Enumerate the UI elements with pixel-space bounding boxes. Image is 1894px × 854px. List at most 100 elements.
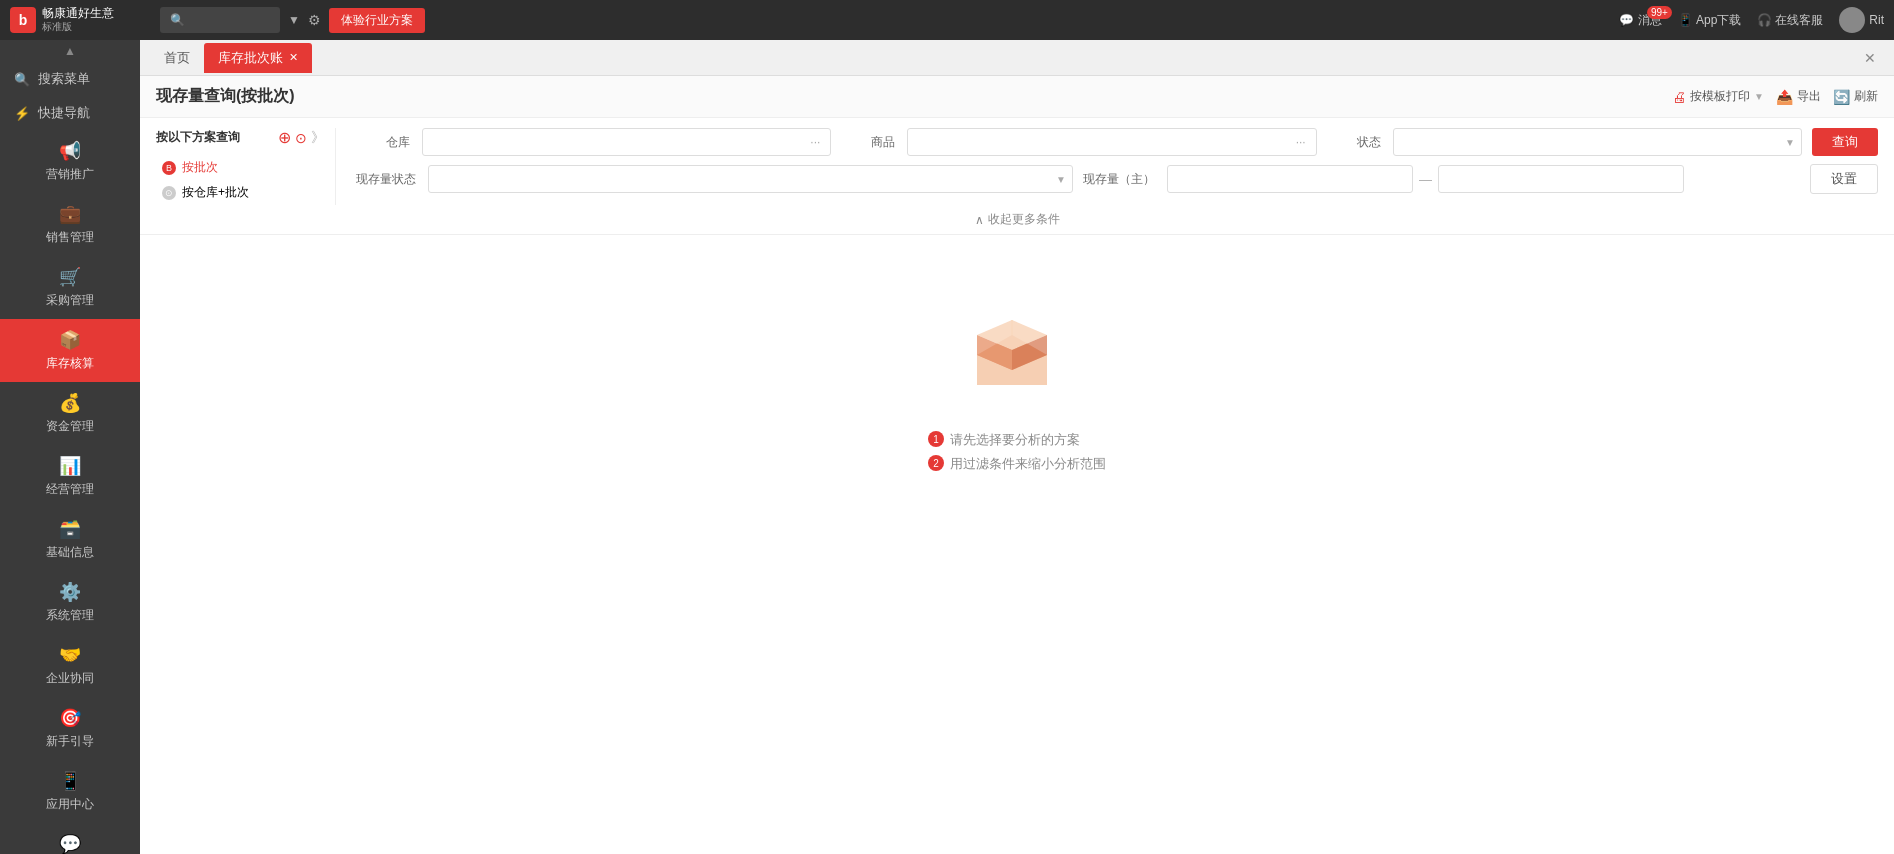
base-label: 基础信息 (46, 544, 94, 561)
stock-qty-min-box[interactable] (1167, 165, 1413, 193)
message-link[interactable]: 💬 消息 99+ (1619, 12, 1662, 29)
sidebar-item-quicknav[interactable]: ⚡ 快捷导航 (0, 96, 140, 130)
apps-icon: 📱 (59, 770, 81, 792)
tip-num-1: 1 (928, 431, 944, 447)
stock-qty-min-input[interactable] (1174, 172, 1406, 186)
status-select[interactable]: ▼ (1393, 128, 1802, 156)
edition-label: 标准版 (42, 20, 114, 34)
sidebar-item-sales[interactable]: 💼 销售管理 (0, 193, 140, 256)
query-button[interactable]: 查询 (1812, 128, 1878, 156)
online-service-label: 在线客服 (1775, 12, 1823, 29)
stock-status-select[interactable]: ▼ (428, 165, 1073, 193)
print-label: 按模板打印 (1690, 88, 1750, 105)
collapse-more-btn[interactable]: ∧ 收起更多条件 (140, 205, 1894, 235)
box-illustration (967, 315, 1057, 395)
stock-qty-field: 现存量（主） — (1083, 165, 1800, 193)
content-area: 首页 库存批次账 ✕ ✕ 现存量查询(按批次) 🖨 按模板打印 ▼ (140, 40, 1894, 854)
sidebar-scroll-up[interactable]: ▲ (0, 40, 140, 62)
filter-row-2: 现存量状态 ▼ 现存量（主） — (356, 164, 1878, 194)
message-icon: 💬 (1619, 13, 1634, 27)
newbie-icon: 🎯 (59, 707, 81, 729)
goods-input[interactable] (914, 135, 1291, 149)
sidebar-item-apps[interactable]: 📱 应用中心 (0, 760, 140, 823)
sidebar-item-wechat[interactable]: 💬 企业微信 (0, 823, 140, 854)
status-caret-icon: ▼ (1785, 137, 1795, 148)
header-dropdown-icon[interactable]: ▼ (288, 13, 300, 27)
solution-header: 按以下方案查询 ⊕ ⊙ 》 (156, 128, 325, 147)
page-header: 现存量查询(按批次) 🖨 按模板打印 ▼ 📤 导出 🔄 刷新 (140, 76, 1894, 118)
filter-row-1: 仓库 ··· 商品 ··· (356, 128, 1878, 156)
add-solution-icon[interactable]: ⊕ (278, 128, 291, 147)
status-label: 状态 (1327, 134, 1387, 151)
filter-right-area: 仓库 ··· 商品 ··· (356, 128, 1878, 205)
tip-text-1: 请先选择要分析的方案 (950, 431, 1080, 449)
header-middle: 🔍 ▼ ⚙ 体验行业方案 (150, 7, 1619, 33)
refresh-btn[interactable]: 🔄 刷新 (1833, 88, 1878, 105)
sidebar-item-purchase[interactable]: 🛒 采购管理 (0, 256, 140, 319)
sidebar: ▲ 🔍 搜索菜单 ⚡ 快捷导航 📢 营销推广 💼 销售管理 🛒 采购管理 📦 库… (0, 40, 140, 854)
sidebar-item-search[interactable]: 🔍 搜索菜单 (0, 62, 140, 96)
solution-panel: 按以下方案查询 ⊕ ⊙ 》 B 按批次 ⊙ 按仓库+批次 (156, 128, 336, 205)
app-download-link[interactable]: 📱 App下载 (1678, 12, 1741, 29)
sidebar-item-base[interactable]: 🗃️ 基础信息 (0, 508, 140, 571)
goods-more-btn[interactable]: ··· (1292, 135, 1310, 149)
tip-text-2: 用过滤条件来缩小分析范围 (950, 455, 1106, 473)
finance-label: 资金管理 (46, 418, 94, 435)
sidebar-item-inventory[interactable]: 📦 库存核算 (0, 319, 140, 382)
setting-button[interactable]: 设置 (1810, 164, 1878, 194)
system-icon: ⚙️ (59, 581, 81, 603)
inventory-icon: 📦 (59, 329, 81, 351)
print-template-btn[interactable]: 🖨 按模板打印 ▼ (1672, 88, 1764, 105)
stock-status-label: 现存量状态 (356, 171, 422, 188)
sidebar-item-collab[interactable]: 🤝 企业协同 (0, 634, 140, 697)
warehouse-field: 仓库 ··· (356, 128, 831, 156)
header-settings-icon[interactable]: ⚙ (308, 12, 321, 28)
industry-solution-button[interactable]: 体验行业方案 (329, 8, 425, 33)
print-icon: 🖨 (1672, 89, 1686, 105)
stock-qty-max-box[interactable] (1438, 165, 1684, 193)
tab-close-icon[interactable]: ✕ (289, 51, 298, 64)
phone-icon: 📱 (1678, 13, 1693, 27)
company-name: 畅康通好生意 (42, 6, 114, 20)
solution-item-by-batch[interactable]: B 按批次 (156, 155, 325, 180)
inventory-label: 库存核算 (46, 355, 94, 372)
user-area[interactable]: Rit (1839, 7, 1884, 33)
header-right: 💬 消息 99+ 📱 App下载 🎧 在线客服 Rit (1619, 7, 1884, 33)
tab-inventory-batch[interactable]: 库存批次账 ✕ (204, 43, 312, 73)
stock-qty-max-input[interactable] (1445, 172, 1677, 186)
header-search-bar[interactable]: 🔍 (160, 7, 280, 33)
home-tab-label: 首页 (164, 49, 190, 67)
solution-warehouse-batch-label: 按仓库+批次 (182, 184, 249, 201)
solution-collapse-icon[interactable]: 》 (311, 129, 325, 147)
sidebar-search-label: 搜索菜单 (38, 70, 90, 88)
quicknav-icon: ⚡ (14, 106, 30, 121)
search-menu-icon: 🔍 (14, 72, 30, 87)
manage-solution-icon[interactable]: ⊙ (295, 130, 307, 146)
user-avatar (1839, 7, 1865, 33)
sidebar-item-marketing[interactable]: 📢 营销推广 (0, 130, 140, 193)
apps-label: 应用中心 (46, 796, 94, 813)
warehouse-input-box[interactable]: ··· (422, 128, 831, 156)
status-field: 状态 ▼ (1327, 128, 1802, 156)
sidebar-item-finance[interactable]: 💰 资金管理 (0, 382, 140, 445)
solution-item-by-warehouse-batch[interactable]: ⊙ 按仓库+批次 (156, 180, 325, 205)
panel-close-button[interactable]: ✕ (1856, 50, 1884, 66)
username-label: Rit (1869, 13, 1884, 27)
finance-icon: 💰 (59, 392, 81, 414)
sidebar-item-newbie[interactable]: 🎯 新手引导 (0, 697, 140, 760)
goods-input-box[interactable]: ··· (907, 128, 1316, 156)
goods-field: 商品 ··· (841, 128, 1316, 156)
warehouse-input[interactable] (429, 135, 806, 149)
stock-status-caret: ▼ (1056, 174, 1066, 185)
sidebar-item-operation[interactable]: 📊 经营管理 (0, 445, 140, 508)
online-service-link[interactable]: 🎧 在线客服 (1757, 12, 1823, 29)
sidebar-item-system[interactable]: ⚙️ 系统管理 (0, 571, 140, 634)
tab-home[interactable]: 首页 (150, 43, 204, 73)
app-logo-icon: b (10, 7, 36, 33)
top-header: b 畅康通好生意 标准版 🔍 ▼ ⚙ 体验行业方案 💬 消息 99+ 📱 App… (0, 0, 1894, 40)
collapse-label: 收起更多条件 (988, 211, 1060, 228)
export-btn[interactable]: 📤 导出 (1776, 88, 1821, 105)
warehouse-more-btn[interactable]: ··· (806, 135, 824, 149)
tip-num-2: 2 (928, 455, 944, 471)
sidebar-quicknav-label: 快捷导航 (38, 104, 90, 122)
